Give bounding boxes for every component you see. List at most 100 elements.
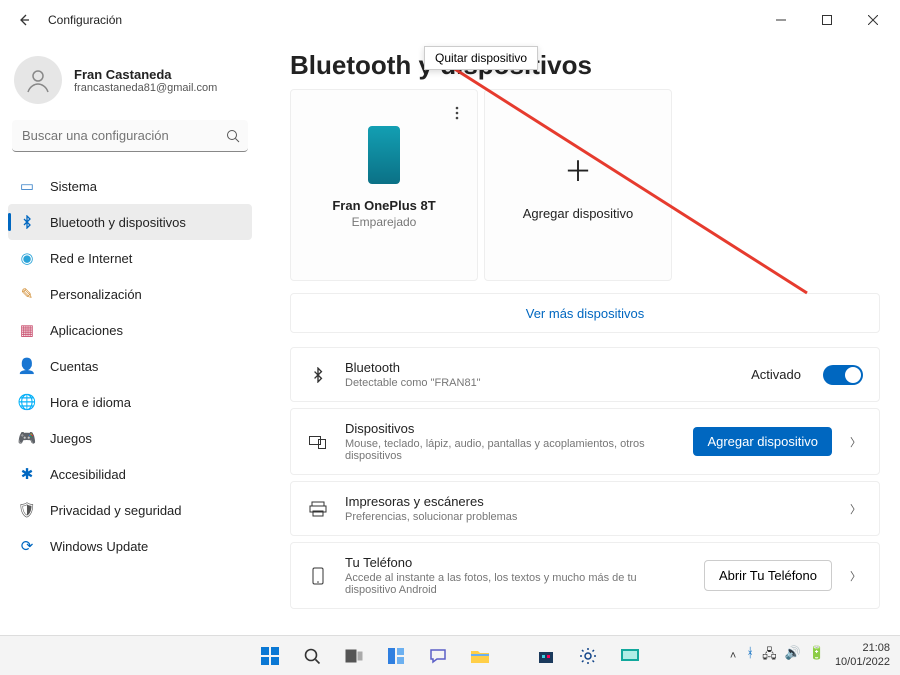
sidebar-item-privacidad[interactable]: 🛡 Privacidad y seguridad [8,492,252,528]
tray-network-icon[interactable]: 🖧 [762,645,777,667]
taskbar-date: 10/01/2022 [835,656,890,669]
page-title: Bluetooth y dispositivos [290,50,880,81]
brush-icon: ✎ [18,285,36,303]
taskbar-search-button[interactable] [293,637,331,675]
sidebar-item-aplicaciones[interactable]: ▦ Aplicaciones [8,312,252,348]
maximize-button[interactable] [804,0,850,40]
device-cards-row: Fran OnePlus 8T Emparejado ＋ Agregar dis… [290,89,880,281]
chat-button[interactable] [419,637,457,675]
minimize-button[interactable] [758,0,804,40]
devices-row-title: Dispositivos [345,421,677,436]
nav-label: Aplicaciones [50,323,123,338]
device-tile-menu-button[interactable] [455,106,459,120]
plus-icon: ＋ [564,150,592,190]
nav-label: Accesibilidad [50,467,126,482]
account-icon: 👤 [18,357,36,375]
window-title: Configuración [48,13,122,27]
back-button[interactable] [4,0,44,40]
nav-label: Personalización [50,287,142,302]
store-button[interactable] [527,637,565,675]
devices-icon [307,434,329,450]
file-explorer-button[interactable] [461,637,499,675]
printers-row[interactable]: Impresoras y escáneres Preferencias, sol… [290,481,880,536]
your-phone-row[interactable]: Tu Teléfono Accede al instante a las fot… [290,542,880,609]
close-button[interactable] [850,0,896,40]
sidebar-item-juegos[interactable]: 🎮 Juegos [8,420,252,456]
bluetooth-row-subtitle: Detectable como "FRAN81" [345,377,735,389]
search-container [12,120,248,152]
sidebar-item-sistema[interactable]: ▭ Sistema [8,168,252,204]
bluetooth-toggle-row: Bluetooth Detectable como "FRAN81" Activ… [290,347,880,402]
shield-icon: 🛡 [18,501,36,519]
nav-label: Sistema [50,179,97,194]
taskbar-clock[interactable]: 21:08 10/01/2022 [835,642,890,668]
chevron-right-icon: 〉 [848,568,863,584]
phone-icon [307,567,329,585]
taskbar: ˄ ᚼ 🖧 🔊 🔋 21:08 10/01/2022 [0,635,900,675]
sidebar-item-hora[interactable]: 🌐 Hora e idioma [8,384,252,420]
add-device-button[interactable]: Agregar dispositivo [693,427,832,456]
printers-row-title: Impresoras y escáneres [345,494,832,509]
nav-label: Cuentas [50,359,98,374]
tray-bluetooth-icon[interactable]: ᚼ [746,645,754,667]
settings-app-button[interactable] [569,637,607,675]
open-your-phone-button[interactable]: Abrir Tu Teléfono [704,560,832,591]
titlebar: Configuración [0,0,900,40]
printer-icon [307,501,329,517]
avatar [14,56,62,104]
add-device-tile[interactable]: ＋ Agregar dispositivo [484,89,672,281]
back-arrow-icon [17,13,31,27]
window-controls [758,0,896,40]
task-view-button[interactable] [335,637,373,675]
bluetooth-icon [18,213,36,231]
start-button[interactable] [251,637,289,675]
sidebar: Fran Castaneda francastaneda81@gmail.com… [0,40,260,635]
phone-row-title: Tu Teléfono [345,555,688,570]
chevron-right-icon: 〉 [848,434,863,450]
user-profile[interactable]: Fran Castaneda francastaneda81@gmail.com [8,48,252,120]
printers-row-subtitle: Preferencias, solucionar problemas [345,511,832,523]
main-content: Bluetooth y dispositivos Quitar disposit… [260,40,900,635]
nav-label: Privacidad y seguridad [50,503,182,518]
nav-label: Juegos [50,431,92,446]
tray-battery-icon[interactable]: 🔋 [809,645,825,667]
nav-label: Red e Internet [50,251,132,266]
nav-list: ▭ Sistema Bluetooth y dispositivos ◉ Red e… [8,168,252,564]
bluetooth-toggle[interactable] [823,365,863,385]
widgets-button[interactable] [377,637,415,675]
add-device-label: Agregar dispositivo [523,206,634,221]
sidebar-item-accesibilidad[interactable]: ✱ Accesibilidad [8,456,252,492]
devices-row[interactable]: Dispositivos Mouse, teclado, lápiz, audi… [290,408,880,475]
search-input[interactable] [12,120,248,152]
device-tile[interactable]: Fran OnePlus 8T Emparejado [290,89,478,281]
profile-email: francastaneda81@gmail.com [74,82,217,94]
nav-label: Windows Update [50,539,148,554]
system-tray: ˄ ᚼ 🖧 🔊 🔋 21:08 10/01/2022 [730,642,900,668]
display-icon: ▭ [18,177,36,195]
tray-overflow-button[interactable]: ˄ [730,650,736,662]
sidebar-item-personalizacion[interactable]: ✎ Personalización [8,276,252,312]
chevron-right-icon: 〉 [848,501,863,517]
sidebar-item-bluetooth[interactable]: Bluetooth y dispositivos [8,204,252,240]
nav-label: Bluetooth y dispositivos [50,215,186,230]
taskbar-app-4[interactable] [611,637,649,675]
taskbar-time: 21:08 [835,642,890,655]
person-icon [24,66,52,94]
phone-row-subtitle: Accede al instante a las fotos, los text… [345,572,688,596]
see-more-devices-link[interactable]: Ver más dispositivos [290,293,880,333]
apps-icon: ▦ [18,321,36,339]
sidebar-item-red[interactable]: ◉ Red e Internet [8,240,252,276]
update-icon: ⟳ [18,537,36,555]
device-name: Fran OnePlus 8T [332,198,435,213]
nav-label: Hora e idioma [50,395,131,410]
globe-icon: 🌐 [18,393,36,411]
sidebar-item-update[interactable]: ⟳ Windows Update [8,528,252,564]
tray-volume-icon[interactable]: 🔊 [785,645,801,667]
remove-device-tooltip[interactable]: Quitar dispositivo [424,46,538,70]
wifi-icon: ◉ [18,249,36,267]
bluetooth-row-title: Bluetooth [345,360,735,375]
bluetooth-icon [307,367,329,383]
accessibility-icon: ✱ [18,465,36,483]
gamepad-icon: 🎮 [18,429,36,447]
sidebar-item-cuentas[interactable]: 👤 Cuentas [8,348,252,384]
